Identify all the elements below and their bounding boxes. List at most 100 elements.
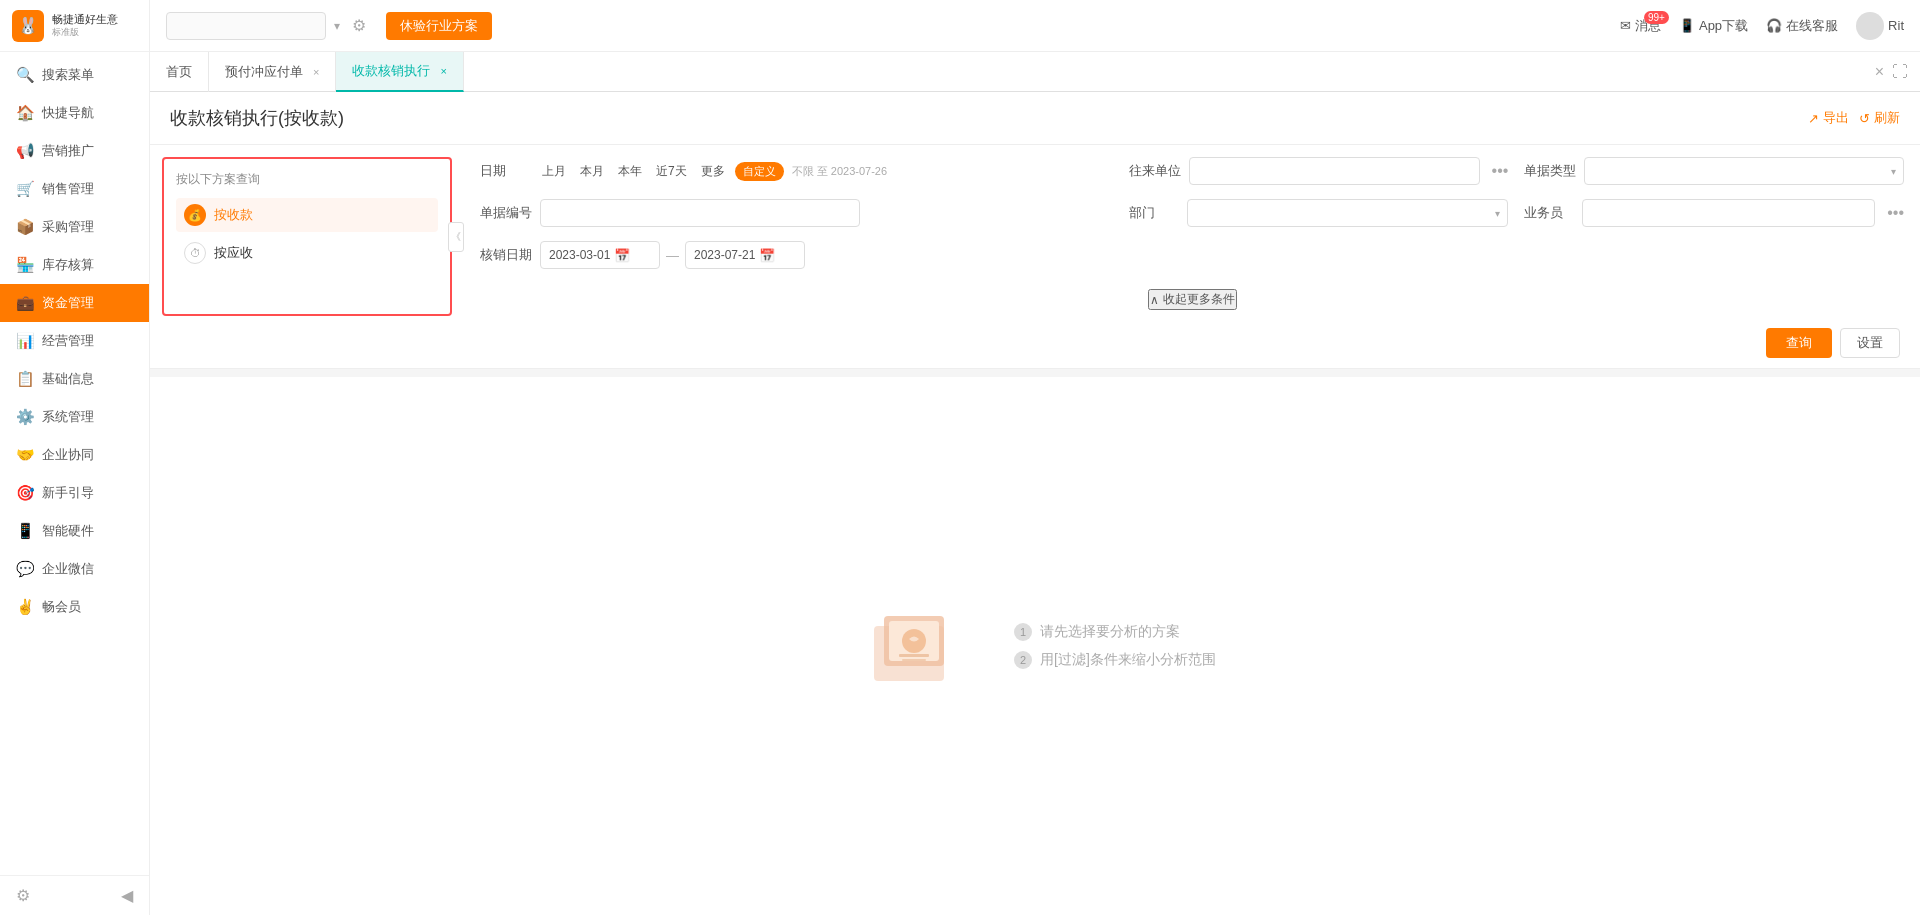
filter-date-dash: — <box>666 248 679 263</box>
filter-field-doctype: 单据类型 ▾ <box>1524 157 1904 185</box>
filter-option-by-receivable[interactable]: ⏱ 按应收 <box>176 236 438 270</box>
filter-option-icon-receivable: ⏱ <box>184 242 206 264</box>
app-name: 畅捷通好生意 <box>52 12 118 26</box>
sidebar-item-smart[interactable]: 📱 智能硬件 <box>0 512 149 550</box>
empty-step-2-num: 2 <box>1014 651 1032 669</box>
industry-button[interactable]: 休验行业方案 <box>386 12 492 40</box>
query-button[interactable]: 查询 <box>1766 328 1832 358</box>
filter-select-dept[interactable] <box>1187 199 1509 227</box>
filter-panel: 按以下方案查询 💰 按收款 ⏱ 按应收 《 <box>150 145 1920 328</box>
sidebar-item-sales[interactable]: 🛒 销售管理 <box>0 170 149 208</box>
filter-verifydate-start[interactable]: 2023-03-01 📅 <box>540 241 660 269</box>
verify-date-end-text: 2023-07-21 <box>694 248 755 262</box>
collapse-icon[interactable]: ◀ <box>121 886 133 905</box>
app-download-btn[interactable]: 📱 App下载 <box>1679 17 1748 35</box>
filter-counterpart-dots[interactable]: ••• <box>1492 162 1509 180</box>
action-bar: 查询 设置 <box>150 328 1920 369</box>
online-service-icon: 🎧 <box>1766 18 1782 33</box>
tab-home-label: 首页 <box>166 63 192 81</box>
sidebar-item-label-basic: 基础信息 <box>42 370 94 388</box>
user-area[interactable]: Rit <box>1856 12 1904 40</box>
topbar-gear-icon[interactable]: ⚙ <box>352 16 366 35</box>
empty-state: 1 请先选择要分析的方案 2 用[过滤]条件来缩小分析范围 <box>150 377 1920 915</box>
sidebar-item-label-guide: 新手引导 <box>42 484 94 502</box>
filter-label-dept: 部门 <box>1129 204 1179 222</box>
filter-label-doctype: 单据类型 <box>1524 162 1576 180</box>
svg-rect-4 <box>899 654 929 657</box>
filter-option-by-receipt[interactable]: 💰 按收款 <box>176 198 438 232</box>
app-download-icon: 📱 <box>1679 18 1695 33</box>
filter-label-verifydate: 核销日期 <box>480 246 532 264</box>
filter-select-doctype[interactable] <box>1584 157 1904 185</box>
sidebar-item-inventory[interactable]: 🏪 库存核算 <box>0 246 149 284</box>
filter-date-7days[interactable]: 近7天 <box>652 161 691 182</box>
filter-date-more[interactable]: 更多 <box>697 161 729 182</box>
more-conditions-row: ∧ 收起更多条件 <box>480 283 1904 316</box>
filter-date-last-month[interactable]: 上月 <box>538 161 570 182</box>
filter-input-counterpart[interactable] <box>1189 157 1480 185</box>
refresh-icon: ↺ <box>1859 111 1870 126</box>
filter-verifydate-end[interactable]: 2023-07-21 📅 <box>685 241 805 269</box>
more-conditions-up-icon: ∧ <box>1150 293 1159 307</box>
tab-home[interactable]: 首页 <box>150 52 209 92</box>
sidebar-item-wechat[interactable]: 💬 企业微信 <box>0 550 149 588</box>
tab-window-expand-icon[interactable]: ⛶ <box>1892 63 1908 81</box>
sidebar-item-system[interactable]: ⚙️ 系统管理 <box>0 398 149 436</box>
tab-prepay-label: 预付冲应付单 <box>225 63 303 81</box>
filter-date-custom[interactable]: 自定义 <box>735 162 784 181</box>
message-btn[interactable]: ✉ 消息 99+ <box>1620 17 1661 35</box>
settings-button[interactable]: 设置 <box>1840 328 1900 358</box>
sidebar-item-enterprise[interactable]: 🤝 企业协同 <box>0 436 149 474</box>
filter-label-date: 日期 <box>480 162 530 180</box>
page-header: 收款核销执行(按收款) ↗ 导出 ↺ 刷新 <box>150 92 1920 145</box>
purchase-icon: 📦 <box>16 218 34 236</box>
online-service-btn[interactable]: 🎧 在线客服 <box>1766 17 1838 35</box>
topbar-search-input[interactable] <box>166 12 326 40</box>
filter-field-verifydate: 核销日期 2023-03-01 📅 — 2023-07-21 📅 <box>480 241 1904 269</box>
filter-staff-dots[interactable]: ••• <box>1887 204 1904 222</box>
tab-receipt-close[interactable]: × <box>440 65 446 77</box>
app-badge: 标准版 <box>52 26 118 39</box>
sidebar-item-label-wechat: 企业微信 <box>42 560 94 578</box>
tab-window-close-icon[interactable]: × <box>1875 63 1884 81</box>
message-badge: 99+ <box>1644 11 1669 24</box>
sidebar-item-label-operation: 经营管理 <box>42 332 94 350</box>
settings-icon[interactable]: ⚙ <box>16 886 30 905</box>
filter-input-docnumber[interactable] <box>540 199 860 227</box>
tab-receipt[interactable]: 收款核销执行 × <box>336 52 463 92</box>
export-button[interactable]: ↗ 导出 <box>1808 109 1849 127</box>
filter-date-this-year[interactable]: 本年 <box>614 161 646 182</box>
filter-scheme-panel: 按以下方案查询 💰 按收款 ⏱ 按应收 《 <box>162 157 452 316</box>
sales-icon: 🛒 <box>16 180 34 198</box>
sidebar-item-label-smart: 智能硬件 <box>42 522 94 540</box>
filter-collapse-button[interactable]: 《 <box>448 222 464 252</box>
empty-text-item-1: 1 请先选择要分析的方案 <box>1014 623 1216 641</box>
sidebar-item-finance[interactable]: 💼 资金管理 <box>0 284 149 322</box>
sidebar-item-purchase[interactable]: 📦 采购管理 <box>0 208 149 246</box>
sidebar-item-label-system: 系统管理 <box>42 408 94 426</box>
app-logo: 🐰 畅捷通好生意 标准版 <box>0 0 149 52</box>
sidebar-item-marketing[interactable]: 📢 营销推广 <box>0 132 149 170</box>
sidebar-item-basic[interactable]: 📋 基础信息 <box>0 360 149 398</box>
page-header-actions: ↗ 导出 ↺ 刷新 <box>1808 109 1900 141</box>
filter-input-staff[interactable] <box>1582 199 1875 227</box>
topbar-chevron-icon[interactable]: ▾ <box>334 19 340 33</box>
tabs-right-actions: × ⛶ <box>1875 63 1920 81</box>
avatar <box>1856 12 1884 40</box>
topbar-search-area: ▾ ⚙ <box>166 12 366 40</box>
sidebar-item-operation[interactable]: 📊 经营管理 <box>0 322 149 360</box>
filter-option-icon-receipt: 💰 <box>184 204 206 226</box>
sidebar-item-quick-nav[interactable]: 🏠 快捷导航 <box>0 94 149 132</box>
empty-step-1-num: 1 <box>1014 623 1032 641</box>
sidebar-item-member[interactable]: ✌ 畅会员 <box>0 588 149 626</box>
tab-prepay[interactable]: 预付冲应付单 × <box>209 52 336 92</box>
more-conditions-button[interactable]: ∧ 收起更多条件 <box>1148 289 1237 310</box>
tab-prepay-close[interactable]: × <box>313 66 319 78</box>
filter-conditions: 日期 上月 本月 本年 近7天 更多 自定义 不限 至 2023-07-26 <box>464 145 1920 328</box>
sidebar-item-guide[interactable]: 🎯 新手引导 <box>0 474 149 512</box>
sidebar: 🐰 畅捷通好生意 标准版 🔍 搜索菜单 🏠 快捷导航 📢 营销推广 🛒 销售管理… <box>0 0 150 915</box>
filter-date-this-month[interactable]: 本月 <box>576 161 608 182</box>
refresh-button[interactable]: ↺ 刷新 <box>1859 109 1900 127</box>
filter-field-dept: 部门 ▾ <box>1129 199 1509 227</box>
sidebar-item-search[interactable]: 🔍 搜索菜单 <box>0 56 149 94</box>
